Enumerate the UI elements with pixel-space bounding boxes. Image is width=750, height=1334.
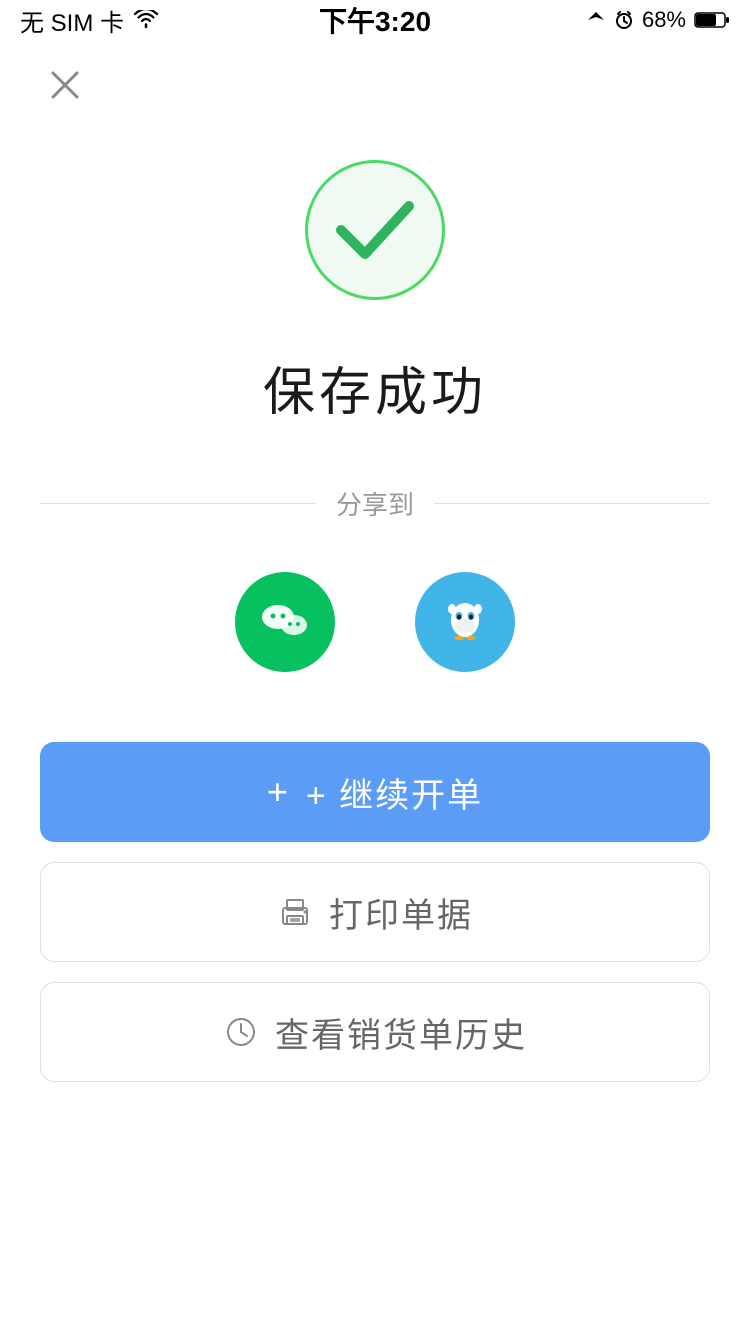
close-icon	[47, 67, 83, 103]
history-button[interactable]: 查看销货单历史	[40, 982, 710, 1082]
history-icon	[223, 1014, 259, 1050]
alarm-icon	[614, 10, 634, 30]
share-divider: 分享到	[40, 485, 710, 522]
close-button[interactable]	[40, 60, 90, 110]
plus-icon: +	[267, 771, 290, 813]
share-label: 分享到	[336, 485, 414, 522]
battery-percent: 68%	[642, 7, 686, 33]
wifi-icon	[132, 10, 160, 30]
status-time: 下午3:20	[319, 0, 431, 40]
qq-icon	[434, 591, 496, 653]
qq-share-button[interactable]	[415, 572, 515, 672]
success-container: 保存成功	[0, 120, 750, 485]
status-bar: 无 SIM 卡 下午3:20 68%	[0, 0, 750, 40]
status-right: 68%	[586, 7, 730, 33]
wechat-icon	[254, 591, 316, 653]
printer-icon	[277, 894, 313, 930]
checkmark-icon	[335, 200, 415, 260]
print-button[interactable]: 打印单据	[40, 862, 710, 962]
close-area	[0, 40, 750, 120]
location-icon	[586, 10, 606, 30]
status-left: 无 SIM 卡	[20, 3, 160, 38]
success-title: 保存成功	[263, 350, 487, 425]
divider-right	[434, 503, 710, 504]
wechat-share-button[interactable]	[235, 572, 335, 672]
battery-icon	[694, 11, 730, 29]
action-buttons: + + 继续开单 打印单据 查看销货单历史	[0, 742, 750, 1082]
print-label: 打印单据	[329, 888, 473, 937]
share-section: 分享到	[0, 485, 750, 672]
sim-label: 无 SIM 卡	[20, 3, 124, 38]
share-icons-row	[40, 572, 710, 672]
divider-left	[40, 503, 316, 504]
history-label: 查看销货单历史	[275, 1008, 527, 1057]
continue-label: + 继续开单	[306, 768, 483, 817]
continue-button[interactable]: + + 继续开单	[40, 742, 710, 842]
success-check-circle	[305, 160, 445, 300]
